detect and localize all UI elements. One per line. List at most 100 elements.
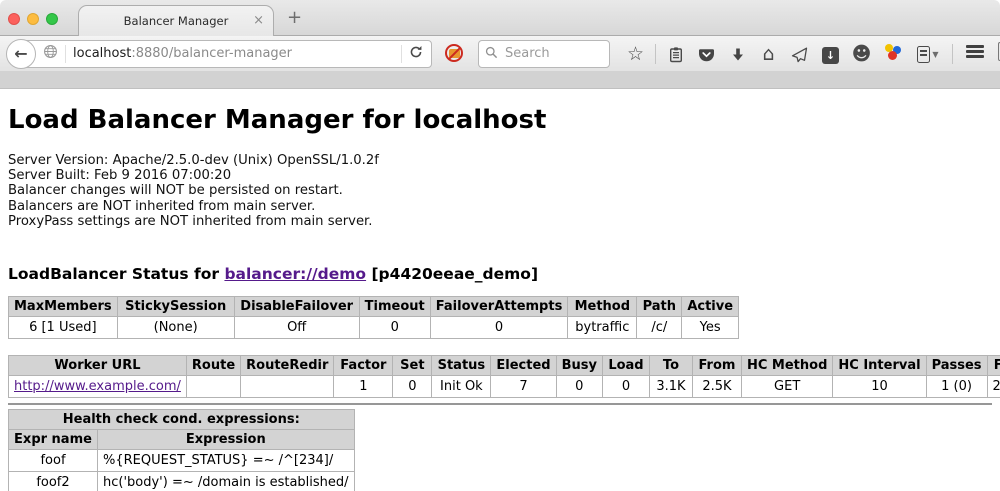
url-host: localhost xyxy=(73,46,131,61)
col-to: To xyxy=(649,356,692,376)
health-title-row: Health check cond. expressions: xyxy=(9,410,355,430)
col-from: From xyxy=(692,356,741,376)
col-timeout: Timeout xyxy=(359,297,430,317)
inherit-note-line: Balancers are NOT inherited from main se… xyxy=(8,199,992,214)
worker-row: http://www.example.com/ 1 0 Init Ok 7 0 … xyxy=(9,376,1000,398)
balancer-header-row: MaxMembers StickySession DisableFailover… xyxy=(9,297,739,317)
pocket-icon[interactable] xyxy=(691,44,722,63)
worker-factor: 1 xyxy=(334,376,393,398)
worker-header-row: Worker URL Route RouteRedir Factor Set S… xyxy=(9,356,1000,376)
toolbar-icons: ☆ ⌂ ↓ ☻ ▼ xyxy=(620,42,1000,65)
back-button[interactable]: ← xyxy=(6,39,36,69)
url-bar[interactable]: localhost:8880/balancer-manager xyxy=(20,40,432,68)
persist-note-line: Balancer changes will NOT be persisted o… xyxy=(8,183,992,198)
minimize-window-button[interactable] xyxy=(27,13,39,25)
video-download-helper-icon[interactable] xyxy=(877,43,908,65)
worker-passes: 1 (0) xyxy=(926,376,987,398)
col-routeredir: RouteRedir xyxy=(241,356,334,376)
col-hc-method: HC Method xyxy=(741,356,832,376)
download-icon[interactable] xyxy=(722,44,753,63)
addon-download-icon[interactable]: ↓ xyxy=(815,44,846,64)
col-failoverattempts: FailoverAttempts xyxy=(430,297,568,317)
worker-set: 0 xyxy=(393,376,432,398)
title-bar: Balancer Manager × + xyxy=(0,0,1000,36)
worker-from: 2.5K xyxy=(692,376,741,398)
back-arrow-icon: ← xyxy=(14,44,27,63)
loadbalancer-status-heading: LoadBalancer Status for balancer://demo … xyxy=(8,265,992,283)
new-tab-button[interactable]: + xyxy=(287,8,302,28)
close-window-button[interactable] xyxy=(8,13,20,25)
health-row-foof: foof %{REQUEST_STATUS} =~ /^[234]/ xyxy=(9,450,355,472)
reading-list-icon[interactable] xyxy=(660,44,691,63)
worker-route xyxy=(186,376,240,398)
col-maxmembers: MaxMembers xyxy=(9,297,118,317)
col-factor: Factor xyxy=(334,356,393,376)
tab-close-icon[interactable]: × xyxy=(253,13,264,29)
tab-balancer-manager[interactable]: Balancer Manager × xyxy=(78,5,274,36)
col-passes: Passes xyxy=(926,356,987,376)
server-built-line: Server Built: Feb 9 2016 07:00:20 xyxy=(8,168,992,183)
health-table-title: Health check cond. expressions: xyxy=(9,410,355,430)
col-elected: Elected xyxy=(491,356,556,376)
val-failoverattempts: 0 xyxy=(430,317,568,339)
col-expr-name: Expr name xyxy=(9,430,98,450)
col-status: Status xyxy=(432,356,491,376)
worker-load: 0 xyxy=(602,376,649,398)
send-plane-icon[interactable] xyxy=(784,44,815,63)
server-version-line: Server Version: Apache/2.5.0-dev (Unix) … xyxy=(8,153,992,168)
search-input[interactable] xyxy=(503,45,599,62)
search-bar[interactable] xyxy=(478,40,610,68)
balancer-demo-link[interactable]: balancer://demo xyxy=(224,265,366,283)
container-icon xyxy=(917,46,930,63)
val-method: bytraffic xyxy=(568,317,637,339)
image-block-icon[interactable] xyxy=(444,43,466,65)
col-route: Route xyxy=(186,356,240,376)
page-title: Load Balancer Manager for localhost xyxy=(8,105,992,135)
menu-icon[interactable] xyxy=(957,42,993,64)
col-method: Method xyxy=(568,297,637,317)
worker-table: Worker URL Route RouteRedir Factor Set S… xyxy=(8,355,1000,398)
page-content: Load Balancer Manager for localhost Serv… xyxy=(0,89,1000,491)
zoom-window-button[interactable] xyxy=(46,13,58,25)
worker-elected: 7 xyxy=(491,376,556,398)
expression-foof2: hc('body') =~ /domain is established/ xyxy=(98,472,355,491)
val-stickysession: (None) xyxy=(117,317,234,339)
url-path: :8880/balancer-manager xyxy=(131,46,292,61)
col-active: Active xyxy=(682,297,739,317)
col-disablefailover: DisableFailover xyxy=(234,297,359,317)
col-set: Set xyxy=(393,356,432,376)
worker-busy: 0 xyxy=(556,376,602,398)
worker-hc-method: GET xyxy=(741,376,832,398)
search-icon xyxy=(485,44,498,63)
col-load: Load xyxy=(602,356,649,376)
section-divider xyxy=(8,403,992,405)
val-disablefailover: Off xyxy=(234,317,359,339)
dropdown-caret-icon: ▼ xyxy=(932,50,938,59)
url-divider2 xyxy=(401,45,402,63)
feedback-smiley-icon[interactable]: ☻ xyxy=(846,44,877,64)
worker-hc-interval: 10 xyxy=(833,376,926,398)
navigation-toolbar: ← localhost:8880/balancer-manager ☆ xyxy=(0,36,1000,71)
col-worker-url: Worker URL xyxy=(9,356,187,376)
proxypass-note-line: ProxyPass settings are NOT inherited fro… xyxy=(8,214,992,229)
bookmarks-strip xyxy=(0,71,1000,89)
col-busy: Busy xyxy=(556,356,602,376)
health-check-table: Health check cond. expressions: Expr nam… xyxy=(8,409,355,491)
col-hc-interval: HC Interval xyxy=(833,356,926,376)
url-input[interactable]: localhost:8880/balancer-manager xyxy=(73,46,394,61)
bookmark-star-icon[interactable]: ☆ xyxy=(620,44,651,64)
worker-to: 3.1K xyxy=(649,376,692,398)
reload-icon[interactable] xyxy=(409,44,423,63)
expr-name-foof: foof xyxy=(9,450,98,472)
container-addon-icon[interactable]: ▼ xyxy=(908,44,948,63)
worker-url-link[interactable]: http://www.example.com/ xyxy=(14,379,181,394)
pages-grid-icon[interactable] xyxy=(993,42,1000,65)
val-active: Yes xyxy=(682,317,739,339)
balancer-params-table: MaxMembers StickySession DisableFailover… xyxy=(8,296,739,339)
expr-name-foof2: foof2 xyxy=(9,472,98,491)
home-icon[interactable]: ⌂ xyxy=(753,44,784,64)
toolbar-divider2 xyxy=(952,44,953,64)
tab-title: Balancer Manager xyxy=(124,14,229,28)
col-path: Path xyxy=(637,297,682,317)
col-stickysession: StickySession xyxy=(117,297,234,317)
